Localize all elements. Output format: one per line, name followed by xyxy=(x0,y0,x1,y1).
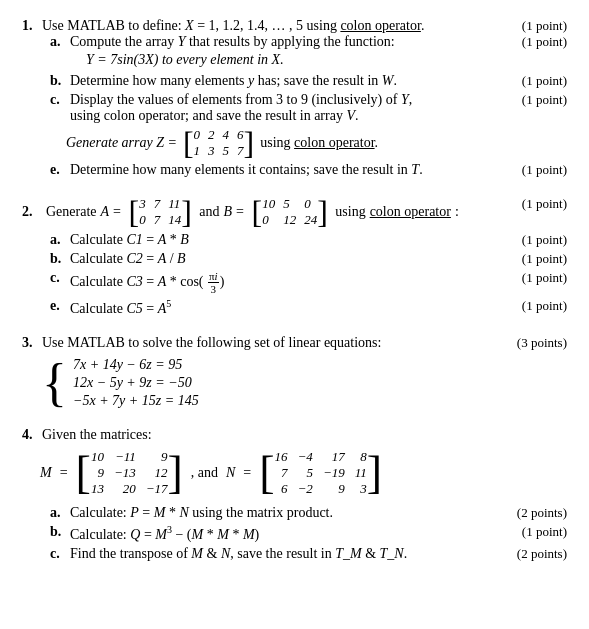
right-bracket: ] xyxy=(244,127,255,159)
sub-a-content: Compute the array Y that results by appl… xyxy=(70,34,497,70)
problem-1-subs: a. Compute the array Y that results by a… xyxy=(50,34,567,178)
problem-4-text: Given the matrices: xyxy=(42,427,152,443)
problem-3: 3. Use MATLAB to solve the following set… xyxy=(22,335,567,409)
problem-1-sub-e: e. Determine how many elements it contai… xyxy=(50,162,567,178)
m-label: M xyxy=(40,465,52,481)
problem-2-sub-e: e. Calculate C5 = A5 (1 point) xyxy=(50,298,567,317)
equation-lines: 7x + 14y − 6z = 95 12x − 5y + 9z = −50 −… xyxy=(73,357,199,409)
problem-1-sub-a: a. Compute the array Y that results by a… xyxy=(50,34,567,70)
problem-4-sub-c: c. Find the transpose of M & N, save the… xyxy=(50,546,567,562)
sub-b-label: b. xyxy=(50,73,66,89)
linear-system: { 7x + 14y − 6z = 95 12x − 5y + 9z = −50… xyxy=(42,357,567,409)
matrix-n: [ 16−4178 75−1911 6−293 ] xyxy=(259,449,382,497)
problem-2: 2. Generate A = [ 3711 0714 ] and B = [ xyxy=(22,196,567,317)
problem-3-num: 3. xyxy=(22,335,40,351)
matrix-b: [ 1050 01224 ] xyxy=(252,196,328,228)
sub-c-points: (1 point) xyxy=(497,92,567,108)
problem-2-num: 2. xyxy=(22,204,40,220)
problem-4: 4. Given the matrices: M = [ 10−119 9−13… xyxy=(22,427,567,562)
sub-d-suffix: using colon operator. xyxy=(260,135,378,151)
problem-1-sub-d-matrix-row: Generate array Z = [ 0246 1357 ] using c… xyxy=(66,127,567,159)
sub-e-points: (1 point) xyxy=(497,162,567,178)
problem-2-sub-b: b. Calculate C2 = A / B (1 point) xyxy=(50,251,567,267)
sub-a-label: a. xyxy=(50,34,66,50)
sub-b-points: (1 point) xyxy=(497,73,567,89)
problem-2-intro: Generate A = [ 3711 0714 ] and B = [ xyxy=(46,196,459,228)
brace-icon: { xyxy=(42,357,67,409)
eq-1: 7x + 14y − 6z = 95 xyxy=(73,357,199,373)
sub-a-points: (1 point) xyxy=(497,34,567,50)
sub-e-label: e. xyxy=(50,162,66,178)
matrix-a: [ 3711 0714 ] xyxy=(129,196,192,228)
problem-3-text: Use MATLAB to solve the following set of… xyxy=(42,335,381,351)
sub-b-content: Determine how many elements y has; save … xyxy=(70,73,497,89)
n-label: N xyxy=(226,465,235,481)
problem-1: 1. Use MATLAB to define: X = 1, 1.2, 1.4… xyxy=(22,18,567,178)
problem-2-sub-c: c. Calculate C3 = A * cos( πi 3 ) (1 poi… xyxy=(50,270,567,295)
matrix-m: [ 10−119 9−1312 1320−17 ] xyxy=(76,449,183,497)
problem-2-sub-a: a. Calculate C1 = A * B (1 point) xyxy=(50,232,567,248)
problem-1-sub-b: b. Determine how many elements y has; sa… xyxy=(50,73,567,89)
problem-4-sub-b: b. Calculate: Q = M3 − (M * M * M) (1 po… xyxy=(50,524,567,543)
problem-4-num: 4. xyxy=(22,427,40,443)
sub-e-content: Determine how many elements it contains;… xyxy=(70,162,497,178)
problem-1-points: (1 point) xyxy=(497,18,567,34)
eq-2: 12x − 5y + 9z = −50 xyxy=(73,375,199,391)
problem-2-subs: a. Calculate C1 = A * B (1 point) b. Cal… xyxy=(50,232,567,317)
matrix-definitions: M = [ 10−119 9−1312 1320−17 ] , and N = … xyxy=(40,449,567,497)
problem-1-num: 1. xyxy=(22,18,40,34)
sub-c-content: Display the values of elements from 3 to… xyxy=(70,92,497,124)
problem-3-points: (3 points) xyxy=(497,335,567,351)
z-grid: 0246 1357 xyxy=(194,127,244,159)
problem-1-sub-c: c. Display the values of elements from 3… xyxy=(50,92,567,124)
problem-4-subs: a. Calculate: P = M * N using the matrix… xyxy=(50,505,567,562)
matrix-z-proper: [ 0246 1357 ] xyxy=(183,127,254,159)
problem-4-sub-a: a. Calculate: P = M * N using the matrix… xyxy=(50,505,567,521)
problem-1-intro: Use MATLAB to define: X = 1, 1.2, 1.4, …… xyxy=(42,18,424,34)
sub-d-text: Generate array Z = xyxy=(66,135,177,151)
problem-2-points: (1 point) xyxy=(497,196,567,212)
sub-c-label: c. xyxy=(50,92,66,108)
left-bracket: [ xyxy=(183,127,194,159)
eq-3: −5x + 7y + 15z = 145 xyxy=(73,393,199,409)
fraction-pi3: πi 3 xyxy=(208,270,219,295)
